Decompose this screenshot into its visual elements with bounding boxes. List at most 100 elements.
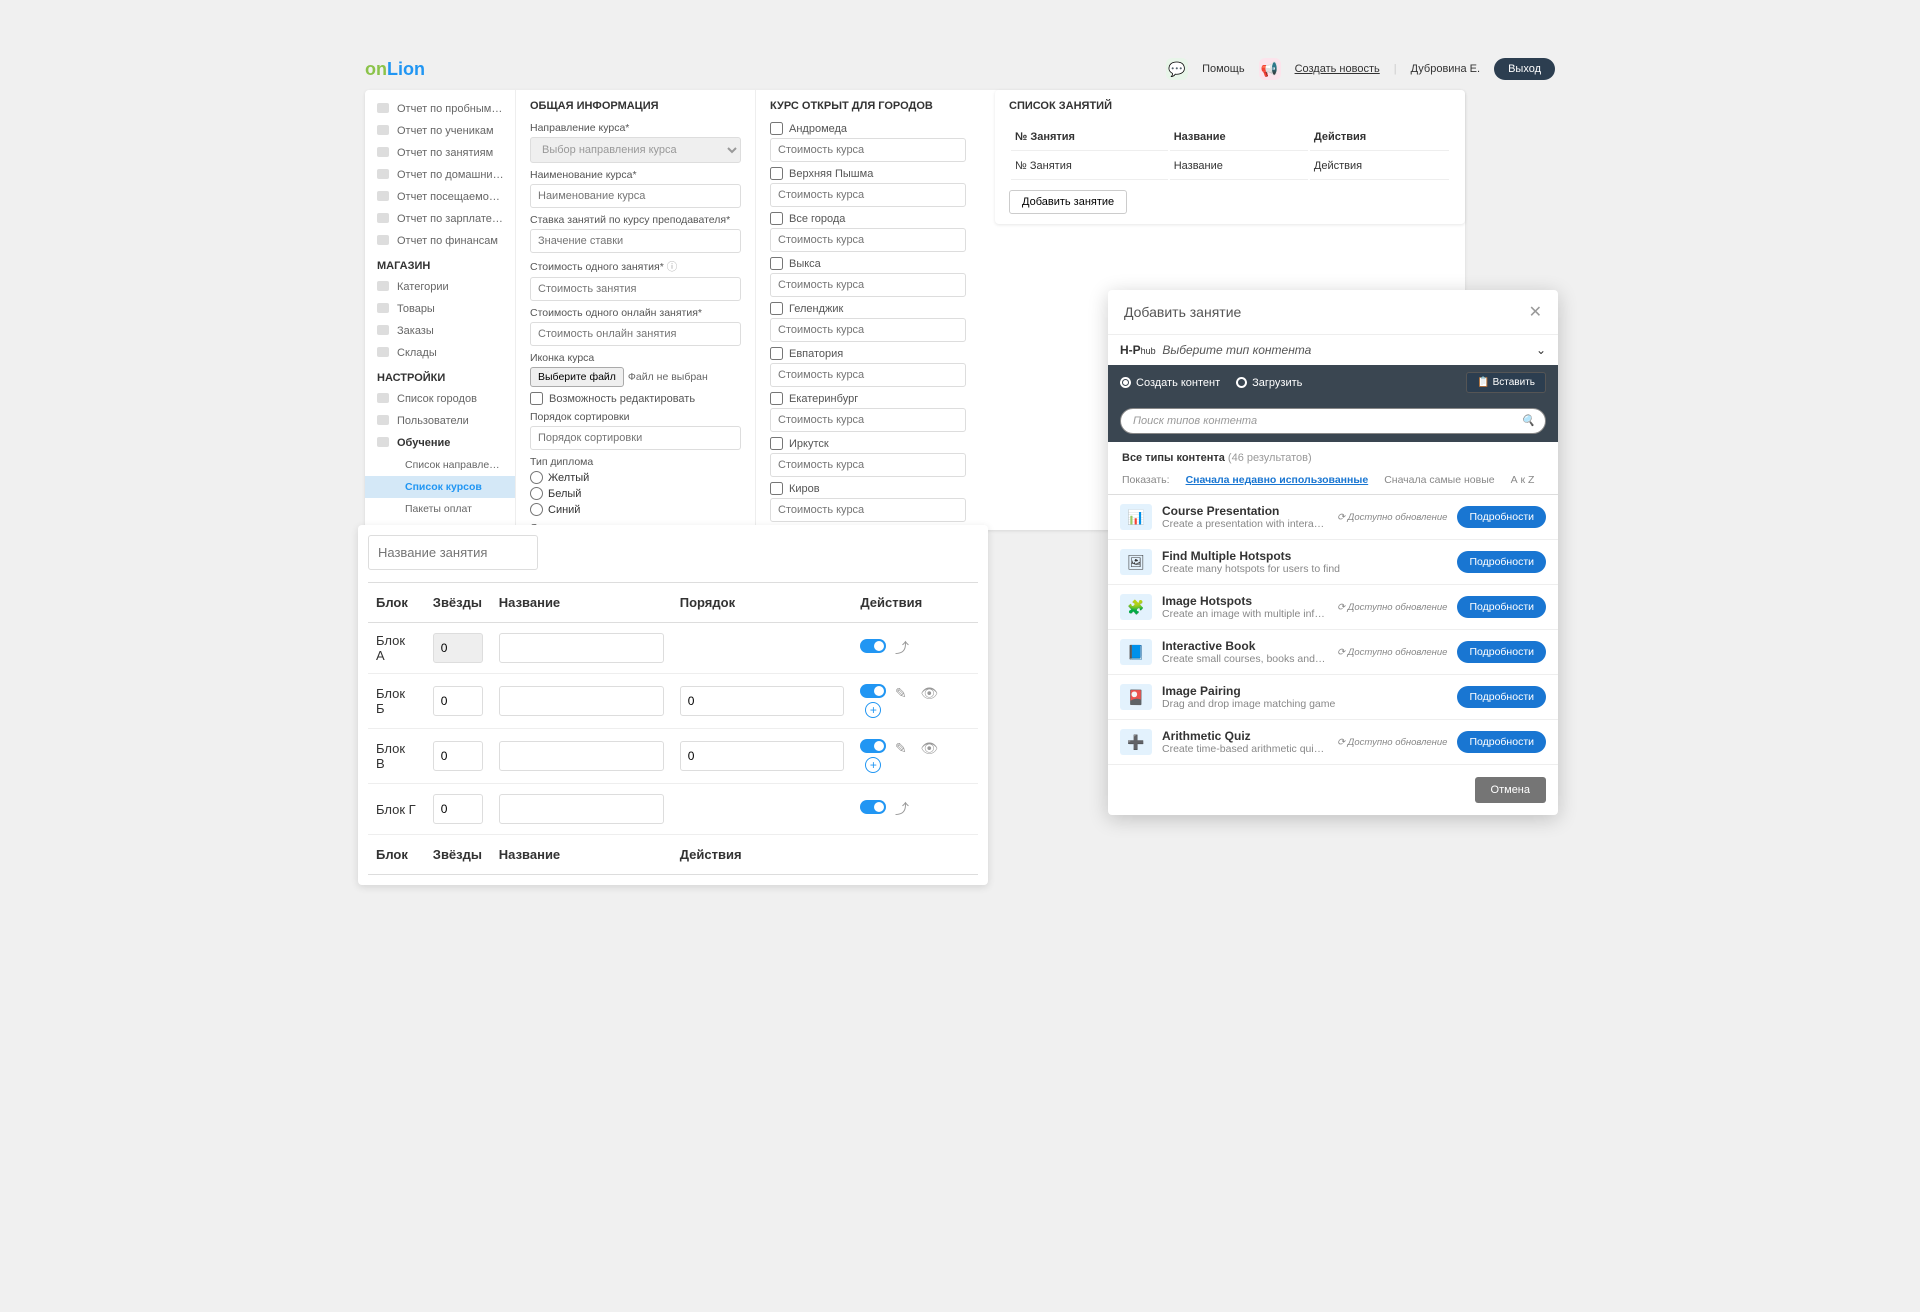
h5p-item[interactable]: ➕Arithmetic QuizCreate time-based arithm… xyxy=(1108,720,1558,765)
edit-icon[interactable]: ✎ xyxy=(895,685,907,702)
tab-create[interactable]: Создать контент xyxy=(1120,377,1220,389)
sidebar-item[interactable]: Отчет по ученикам xyxy=(365,120,515,142)
sort-recent[interactable]: Сначала недавно использованные xyxy=(1186,474,1369,486)
sidebar-item[interactable]: Товары xyxy=(365,298,515,320)
plus-icon[interactable]: + xyxy=(865,757,881,773)
name-input[interactable] xyxy=(530,184,741,208)
order-input[interactable] xyxy=(680,741,845,771)
add-lesson-button[interactable]: Добавить занятие xyxy=(1009,190,1127,214)
sidebar-item[interactable]: Отчет по домашним заданиям xyxy=(365,164,515,186)
city-cost-input[interactable] xyxy=(770,408,966,432)
tab-upload[interactable]: Загрузить xyxy=(1236,377,1302,389)
name-input[interactable] xyxy=(499,794,664,824)
edit-icon[interactable]: ✎ xyxy=(895,740,907,757)
file-button[interactable]: Выберите файл xyxy=(530,367,624,387)
sidebar-item[interactable]: Отчет по пробным занятиям xyxy=(365,98,515,120)
toggle-icon[interactable] xyxy=(860,739,886,753)
city-checkbox[interactable] xyxy=(770,302,783,315)
sidebar-item[interactable]: Отчет посещаемости и оплат xyxy=(365,186,515,208)
stars-input[interactable] xyxy=(433,633,483,663)
stars-input[interactable] xyxy=(433,686,483,716)
diploma-radio[interactable] xyxy=(530,487,543,500)
city-checkbox[interactable] xyxy=(770,257,783,270)
sidebar-subitem[interactable]: Список курсов xyxy=(365,476,515,498)
city-checkbox[interactable] xyxy=(770,167,783,180)
city-cost-input[interactable] xyxy=(770,183,966,207)
sidebar-item-education[interactable]: Обучение xyxy=(365,432,515,454)
city-checkbox[interactable] xyxy=(770,347,783,360)
modal-header: Добавить занятие ✕ xyxy=(1108,290,1558,334)
sidebar-item[interactable]: Склады xyxy=(365,342,515,364)
city-cost-input[interactable] xyxy=(770,273,966,297)
create-news-link[interactable]: Создать новость xyxy=(1295,63,1380,75)
header-right: 💬 Помощь 📢 Создать новость | Дубровина Е… xyxy=(1166,58,1555,80)
help-link[interactable]: Помощь xyxy=(1202,63,1245,75)
upload-icon[interactable]: ⤴ xyxy=(895,638,909,658)
stars-input[interactable] xyxy=(433,794,483,824)
eye-icon[interactable]: 👁 xyxy=(920,740,938,757)
details-button[interactable]: Подробности xyxy=(1457,506,1546,528)
city-checkbox[interactable] xyxy=(770,482,783,495)
help-icon[interactable]: 💬 xyxy=(1166,58,1188,80)
city-checkbox[interactable] xyxy=(770,392,783,405)
city-checkbox[interactable] xyxy=(770,212,783,225)
sort-new[interactable]: Сначала самые новые xyxy=(1384,474,1494,486)
sidebar-item[interactable]: Пользователи xyxy=(365,410,515,432)
toggle-icon[interactable] xyxy=(860,684,886,698)
diploma-radio[interactable] xyxy=(530,503,543,516)
plus-icon[interactable]: + xyxy=(865,702,881,718)
diploma-radio[interactable] xyxy=(530,471,543,484)
name-input[interactable] xyxy=(499,686,664,716)
details-button[interactable]: Подробности xyxy=(1457,686,1546,708)
cancel-button[interactable]: Отмена xyxy=(1475,777,1546,803)
city-cost-input[interactable] xyxy=(770,318,966,342)
direction-select[interactable]: Выбор направления курса xyxy=(530,137,741,163)
name-input[interactable] xyxy=(499,741,664,771)
search-input[interactable]: Поиск типов контента xyxy=(1120,408,1546,434)
order-input[interactable] xyxy=(680,686,845,716)
toggle-icon[interactable] xyxy=(860,800,886,814)
city-checkbox[interactable] xyxy=(770,122,783,135)
sidebar-subitem[interactable]: Пакеты оплат xyxy=(365,498,515,520)
content-thumb-icon: 📘 xyxy=(1120,639,1152,665)
close-icon[interactable]: ✕ xyxy=(1529,302,1542,322)
city-cost-input[interactable] xyxy=(770,228,966,252)
sort-input[interactable] xyxy=(530,426,741,450)
sidebar-subitem[interactable]: Список направлений xyxy=(365,454,515,476)
upload-icon[interactable]: ⤴ xyxy=(895,799,909,819)
cost-input[interactable] xyxy=(530,277,741,301)
city-cost-input[interactable] xyxy=(770,498,966,522)
details-button[interactable]: Подробности xyxy=(1457,641,1546,663)
sidebar-item[interactable]: Отчет по занятиям xyxy=(365,142,515,164)
editable-checkbox[interactable] xyxy=(530,392,543,405)
city-cost-input[interactable] xyxy=(770,453,966,477)
sidebar-item[interactable]: Категории xyxy=(365,276,515,298)
details-button[interactable]: Подробности xyxy=(1457,731,1546,753)
city-cost-input[interactable] xyxy=(770,363,966,387)
h5p-item[interactable]: 🖼Find Multiple HotspotsCreate many hotsp… xyxy=(1108,540,1558,585)
cost-online-input[interactable] xyxy=(530,322,741,346)
details-button[interactable]: Подробности xyxy=(1457,596,1546,618)
city-cost-input[interactable] xyxy=(770,138,966,162)
exit-button[interactable]: Выход xyxy=(1494,58,1555,80)
sort-az[interactable]: А к Z xyxy=(1511,474,1535,486)
sidebar-item[interactable]: Отчет по зарплате преподавателей xyxy=(365,208,515,230)
h5p-item[interactable]: 🎴Image PairingDrag and drop image matchi… xyxy=(1108,675,1558,720)
blocks-search-input[interactable] xyxy=(368,535,538,570)
h5p-item[interactable]: 🧩Image HotspotsCreate an image with mult… xyxy=(1108,585,1558,630)
details-button[interactable]: Подробности xyxy=(1457,551,1546,573)
paste-button[interactable]: 📋 Вставить xyxy=(1466,372,1546,393)
sidebar-item[interactable]: Список городов xyxy=(365,388,515,410)
news-icon[interactable]: 📢 xyxy=(1259,58,1281,80)
eye-icon[interactable]: 👁 xyxy=(920,685,938,702)
sidebar-item[interactable]: Отчет по финансам xyxy=(365,230,515,252)
city-checkbox[interactable] xyxy=(770,437,783,450)
sidebar-item[interactable]: Заказы xyxy=(365,320,515,342)
name-input[interactable] xyxy=(499,633,664,663)
h5p-item[interactable]: 📘Interactive BookCreate small courses, b… xyxy=(1108,630,1558,675)
toggle-icon[interactable] xyxy=(860,639,886,653)
stars-input[interactable] xyxy=(433,741,483,771)
rate-input[interactable] xyxy=(530,229,741,253)
h5p-bar[interactable]: H-Phub Выберите тип контента ⌄ xyxy=(1108,334,1558,365)
h5p-item[interactable]: 📊Course PresentationCreate a presentatio… xyxy=(1108,495,1558,540)
